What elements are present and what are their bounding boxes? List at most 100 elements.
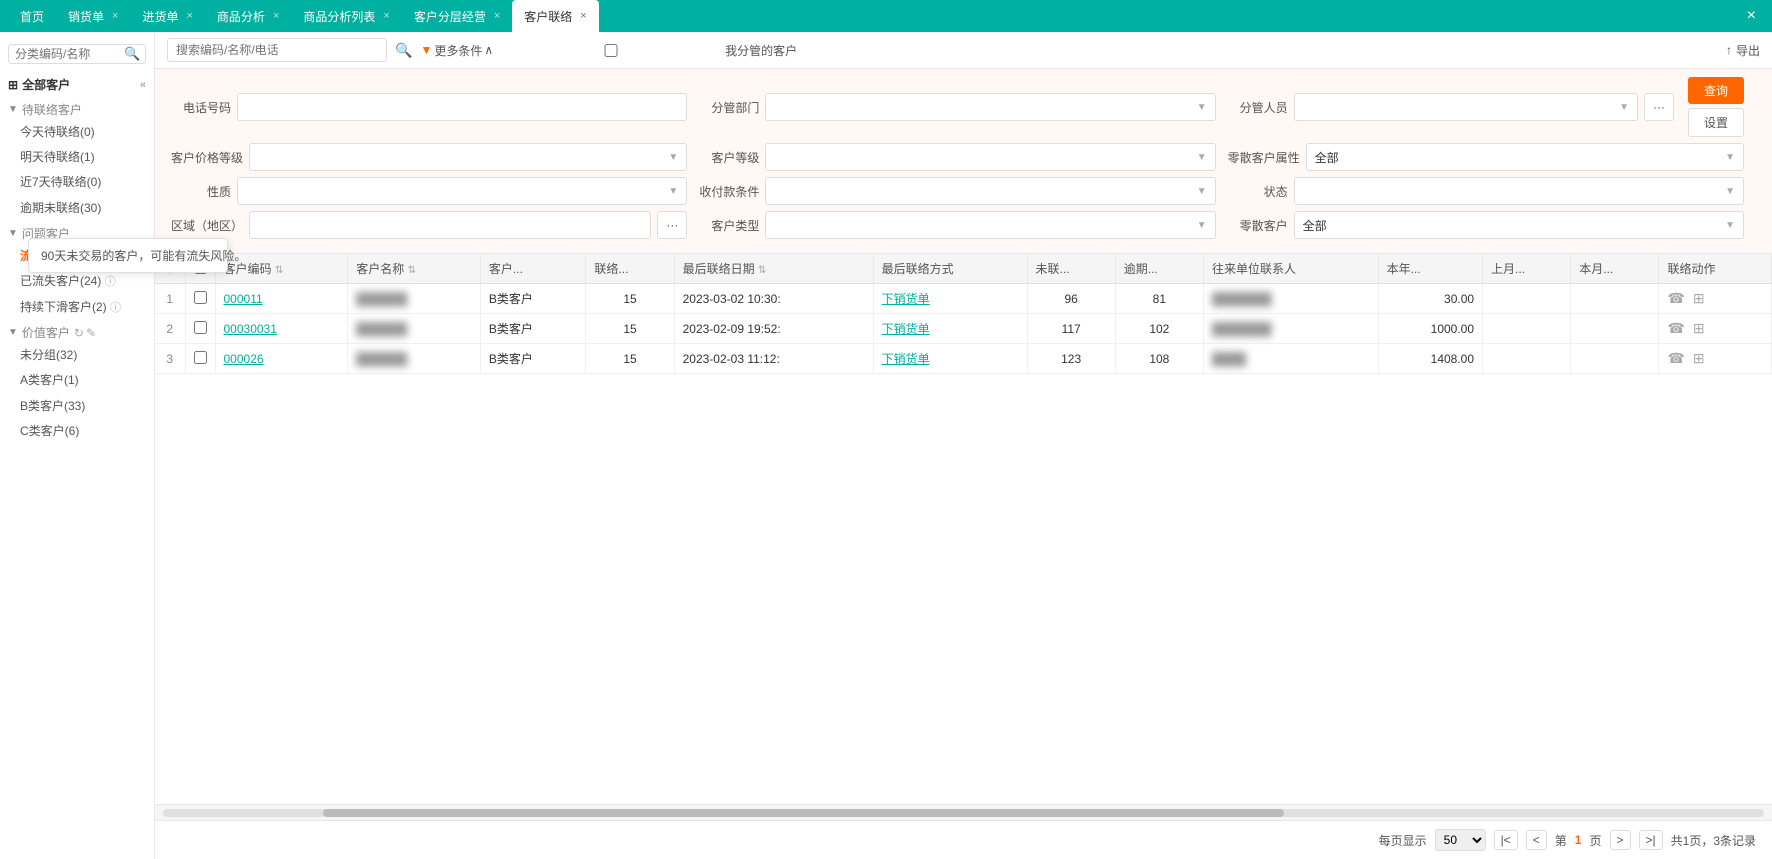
sidebar-search-area: 🔍 [0, 40, 154, 68]
tab-analysis[interactable]: 商品分析 × [205, 0, 291, 32]
row3-action-more[interactable]: ⊞ [1693, 350, 1705, 367]
sidebar-item-a-class[interactable]: A类客户(1) [0, 368, 154, 393]
settings-button[interactable]: 设置 [1688, 108, 1744, 137]
first-page-btn[interactable]: |< [1494, 830, 1518, 850]
sidebar: 🔍 ⊞ 全部客户 « ▼ 待联络客户 今天待联络(0) 明天待联络(1) 近7天… [0, 32, 155, 859]
region-dots-btn[interactable]: ··· [657, 211, 687, 239]
th-not-contacted[interactable]: 未联... [1027, 254, 1115, 284]
tab-customer-contact-close[interactable]: × [580, 10, 586, 22]
sidebar-item-overdue[interactable]: 逾期未联络(30) [0, 196, 154, 221]
th-contact-person[interactable]: 往来单位联系人 [1203, 254, 1378, 284]
th-current-year[interactable]: 本年... [1378, 254, 1482, 284]
status-select[interactable]: ▼ [1294, 177, 1744, 205]
row2-action-contact[interactable]: ☎ [1667, 320, 1684, 337]
query-button[interactable]: 查询 [1688, 77, 1744, 104]
customer-type-select[interactable]: ▼ [765, 211, 1215, 239]
row3-checkbox[interactable] [185, 344, 215, 374]
nature-select[interactable]: ▼ [237, 177, 687, 205]
person-select[interactable]: ▼ [1294, 93, 1638, 121]
tab-analysis-list-close[interactable]: × [383, 10, 389, 22]
tab-sales[interactable]: 销货单 × [56, 0, 130, 32]
search-input[interactable] [167, 38, 387, 62]
per-page-select[interactable]: 50 100 200 [1435, 829, 1486, 851]
th-last-contact-method[interactable]: 最后联络方式 [873, 254, 1027, 284]
price-level-label: 客户价格等级 [171, 149, 243, 166]
overdue-label: 逾期未联络(30) [20, 201, 101, 215]
payment-select[interactable]: ▼ [765, 177, 1215, 205]
export-button[interactable]: ↑ 导出 [1726, 42, 1760, 59]
a-class-label: A类客户(1) [20, 373, 79, 387]
scroll-thumb[interactable] [323, 809, 1284, 817]
tab-analysis-close[interactable]: × [273, 10, 279, 22]
my-customers-checkbox[interactable] [501, 44, 721, 57]
row1-code[interactable]: 000011 [215, 284, 348, 314]
th-contact[interactable]: 联络... [586, 254, 674, 284]
row1-action-more[interactable]: ⊞ [1693, 290, 1705, 307]
tab-customer-tier-close[interactable]: × [494, 10, 500, 22]
tab-purchase[interactable]: 进货单 × [130, 0, 204, 32]
scroll-track [163, 809, 1764, 817]
tab-sales-close[interactable]: × [112, 10, 118, 22]
th-customer-type[interactable]: 客户... [480, 254, 586, 284]
filter-cell-department: 分管部门 ▼ [699, 93, 1227, 121]
sidebar-item-tomorrow[interactable]: 明天待联络(1) [0, 145, 154, 170]
section-pending-contact[interactable]: ▼ 待联络客户 [0, 97, 154, 120]
th-action: 联络动作 [1659, 254, 1772, 284]
th-overdue[interactable]: 逾期... [1115, 254, 1203, 284]
price-level-select[interactable]: ▼ [249, 143, 687, 171]
tab-purchase-close[interactable]: × [186, 10, 192, 22]
filter-icon: ▼ [420, 43, 432, 57]
person-dots-btn[interactable]: ··· [1644, 93, 1674, 121]
row3-code[interactable]: 000026 [215, 344, 348, 374]
th-this-month[interactable]: 本月... [1571, 254, 1659, 284]
region-input[interactable] [249, 211, 651, 239]
row2-checkbox[interactable] [185, 314, 215, 344]
export-icon: ↑ [1726, 43, 1732, 57]
search-button[interactable]: 🔍 [395, 42, 412, 59]
table-header-row: ⚙ 客户编码 客户名称 客户... [155, 254, 1772, 284]
c-class-label: C类客户(6) [20, 424, 79, 438]
my-customers-filter[interactable]: 我分管的客户 [501, 42, 797, 59]
phone-input[interactable] [237, 93, 687, 121]
sidebar-item-ungroup[interactable]: 未分组(32) [0, 343, 154, 368]
row2-action-more[interactable]: ⊞ [1693, 320, 1705, 337]
sidebar-item-b-class[interactable]: B类客户(33) [0, 394, 154, 419]
section-value-customers[interactable]: ▼ 价值客户 ↻ ✎ [0, 320, 154, 343]
th-name[interactable]: 客户名称 [348, 254, 481, 284]
th-last-contact-date[interactable]: 最后联络日期 [674, 254, 873, 284]
all-customers-header[interactable]: ⊞ 全部客户 « [0, 72, 154, 97]
customer-level-select[interactable]: ▼ [765, 143, 1215, 171]
chevron-icon: ∧ [484, 43, 493, 57]
row3-check[interactable] [194, 351, 207, 364]
row1-check[interactable] [194, 291, 207, 304]
department-select[interactable]: ▼ [765, 93, 1215, 121]
prev-page-btn[interactable]: < [1526, 830, 1547, 850]
th-last-month[interactable]: 上月... [1483, 254, 1571, 284]
row1-method[interactable]: 下销货单 [873, 284, 1027, 314]
row3-action-contact[interactable]: ☎ [1667, 350, 1684, 367]
row2-check[interactable] [194, 321, 207, 334]
sidebar-item-today[interactable]: 今天待联络(0) [0, 120, 154, 145]
row3-person-blurred: ████ [1212, 352, 1246, 366]
row1-action-contact[interactable]: ☎ [1667, 290, 1684, 307]
row2-method[interactable]: 下销货单 [873, 314, 1027, 344]
tab-customer-contact[interactable]: 客户联络 × [512, 0, 598, 32]
tab-home[interactable]: 首页 [8, 0, 56, 32]
sidebar-item-c-class[interactable]: C类客户(6) [0, 419, 154, 444]
sidebar-item-7days[interactable]: 近7天待联络(0) [0, 170, 154, 195]
next-page-btn[interactable]: > [1610, 830, 1631, 850]
tab-customer-tier[interactable]: 客户分层经营 × [402, 0, 512, 32]
last-page-btn[interactable]: >| [1639, 830, 1663, 850]
close-all-btn[interactable]: × [1739, 7, 1764, 25]
tab-analysis-list[interactable]: 商品分析列表 × [291, 0, 401, 32]
row2-code[interactable]: 00030031 [215, 314, 348, 344]
row1-actions: ☎ ⊞ [1659, 284, 1772, 314]
zero-type-select[interactable]: 全部 ▼ [1306, 143, 1744, 171]
sidebar-item-declining[interactable]: 持续下滑客户(2) ⓘ [0, 295, 154, 321]
row1-type: B类客户 [480, 284, 586, 314]
zero-customer-select[interactable]: 全部 ▼ [1294, 211, 1744, 239]
row1-checkbox[interactable] [185, 284, 215, 314]
horizontal-scrollbar[interactable] [155, 804, 1772, 820]
more-conditions-button[interactable]: ▼ 更多条件 ∧ [420, 42, 493, 59]
row3-method[interactable]: 下销货单 [873, 344, 1027, 374]
